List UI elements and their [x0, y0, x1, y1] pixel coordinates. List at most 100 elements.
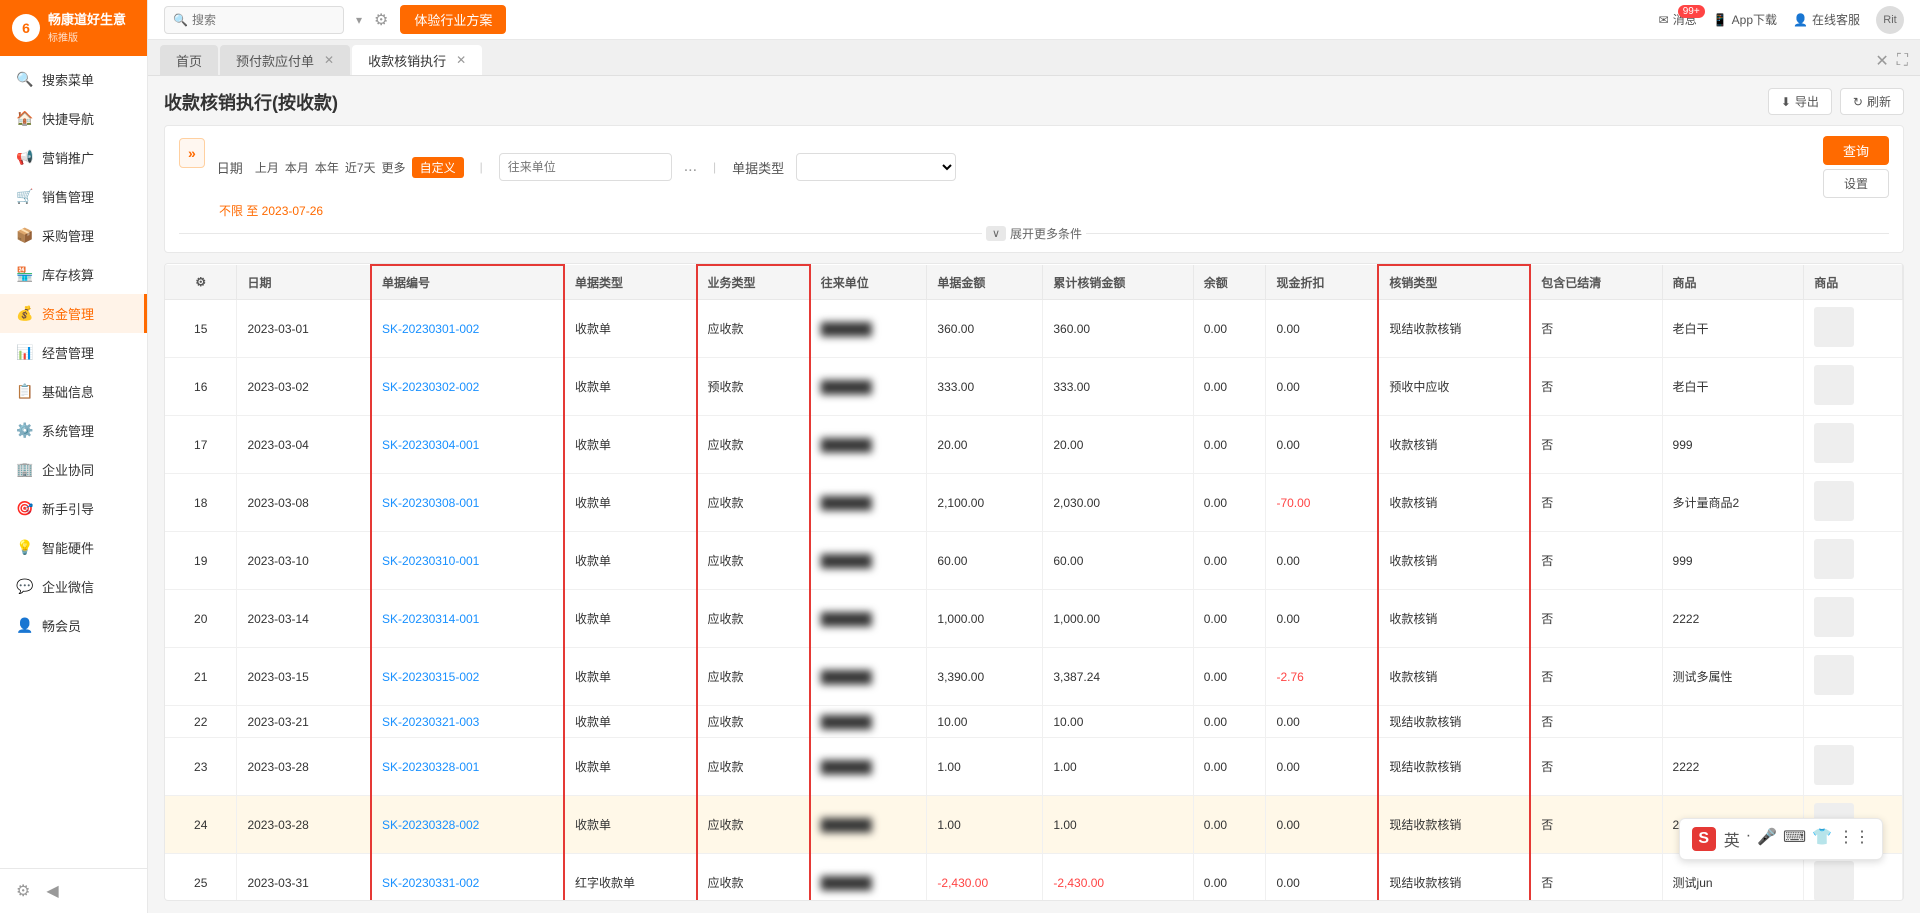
user-avatar[interactable]: Rit — [1876, 6, 1904, 34]
cell-date: 2023-03-04 — [237, 416, 371, 474]
smart-hw-icon: 💡 — [16, 539, 34, 557]
filter-custom-button[interactable]: 自定义 — [412, 157, 464, 178]
cell-biz-type: 应收款 — [697, 590, 810, 648]
settings-bottom-icon[interactable]: ⚙ — [16, 881, 30, 901]
sidebar-item-guide[interactable]: 🎯新手引导 — [0, 489, 147, 528]
cell-seq: 25 — [165, 854, 237, 902]
sidebar-item-business[interactable]: 📊经营管理 — [0, 333, 147, 372]
export-button[interactable]: ⬇ 导出 — [1768, 88, 1832, 115]
topbar-gear-icon[interactable]: ⚙ — [374, 10, 388, 30]
settings-button[interactable]: 设置 — [1823, 169, 1889, 198]
cell-cancel-type: 现结收款核销 — [1378, 706, 1530, 738]
sidebar-item-inventory[interactable]: 🏪库存核算 — [0, 255, 147, 294]
watermark-tshirt-icon[interactable]: 👕 — [1812, 827, 1832, 851]
sidebar-bottom: ⚙ ◀ — [0, 868, 147, 913]
cell-balance: 0.00 — [1193, 796, 1266, 854]
refresh-button[interactable]: ↻ 刷新 — [1840, 88, 1904, 115]
watermark-icon-2[interactable]: · — [1746, 827, 1751, 851]
th-settings[interactable]: ⚙ — [165, 265, 237, 300]
filter-last-month[interactable]: 上月 — [255, 159, 279, 176]
collapse-icon[interactable]: ◀ — [46, 881, 58, 901]
guide-icon: 🎯 — [16, 500, 34, 518]
watermark-toolbar: S 英 · 🎤 ⌨ 👕 ⋮⋮ — [1679, 818, 1883, 860]
doc-no-link[interactable]: SK-20230304-001 — [382, 438, 479, 452]
watermark-grid-icon[interactable]: ⋮⋮ — [1838, 827, 1870, 851]
watermark-s-icon: S — [1692, 827, 1716, 851]
sidebar-item-system[interactable]: ⚙️系统管理 — [0, 411, 147, 450]
cell-counterparty: ██████ — [810, 854, 927, 902]
topbar-search-box[interactable]: 🔍 — [164, 6, 344, 34]
sidebar-item-sales[interactable]: 🛒销售管理 — [0, 177, 147, 216]
sidebar-item-purchase[interactable]: 📦采购管理 — [0, 216, 147, 255]
cell-cancel-amount: 3,387.24 — [1043, 648, 1193, 706]
doc-no-link[interactable]: SK-20230321-003 — [382, 715, 479, 729]
watermark-mic-icon[interactable]: 🎤 — [1757, 827, 1777, 851]
tab-prepay[interactable]: 预付款应付单 ✕ — [220, 45, 350, 75]
filter-this-year[interactable]: 本年 — [315, 159, 339, 176]
cell-balance: 0.00 — [1193, 590, 1266, 648]
counterparty-input[interactable] — [499, 153, 672, 181]
sidebar-item-smart-hw[interactable]: 💡智能硬件 — [0, 528, 147, 567]
message-button[interactable]: ✉ 消息 99+ — [1659, 11, 1697, 28]
counterparty-dots[interactable]: ... — [684, 158, 697, 176]
tab-fullscreen-icon[interactable]: ⛶ — [1897, 52, 1908, 70]
watermark-keyboard-icon[interactable]: ⌨ — [1783, 827, 1806, 851]
doc-no-link[interactable]: SK-20230328-002 — [382, 818, 479, 832]
search-input[interactable] — [192, 13, 335, 27]
cell-cash-discount: 0.00 — [1266, 300, 1378, 358]
table-row: 18 2023-03-08 SK-20230308-001 收款单 应收款 ██… — [165, 474, 1903, 532]
filter-expand-row[interactable]: ∨ 展开更多条件 — [179, 225, 1889, 242]
cell-doc-no: SK-20230315-002 — [371, 648, 564, 706]
page-header-actions: ⬇ 导出 ↻ 刷新 — [1768, 88, 1904, 115]
doc-no-link[interactable]: SK-20230328-001 — [382, 760, 479, 774]
filter-this-month[interactable]: 本月 — [285, 159, 309, 176]
tab-receipt-cancel[interactable]: 收款核销执行 ✕ — [352, 45, 482, 75]
cell-doc-no: SK-20230308-001 — [371, 474, 564, 532]
cell-amount: 1.00 — [927, 796, 1043, 854]
tab-close-all-icon[interactable]: ✕ — [1875, 51, 1888, 71]
filter-7days[interactable]: 近7天 — [345, 159, 376, 176]
doc-no-link[interactable]: SK-20230315-002 — [382, 670, 479, 684]
cell-cash-discount: 0.00 — [1266, 854, 1378, 902]
query-button[interactable]: 查询 — [1823, 136, 1889, 165]
doc-no-link[interactable]: SK-20230310-001 — [382, 554, 479, 568]
cell-cancel-amount: 1,000.00 — [1043, 590, 1193, 648]
watermark-icon-1[interactable]: 英 — [1724, 827, 1740, 851]
tab-home[interactable]: 首页 — [160, 45, 218, 75]
online-service-link[interactable]: 👤 在线客服 — [1793, 11, 1860, 28]
cell-cash-discount: 0.00 — [1266, 358, 1378, 416]
sidebar-item-basic[interactable]: 📋基础信息 — [0, 372, 147, 411]
cell-biz-type: 应收款 — [697, 738, 810, 796]
cell-biz-type: 预收款 — [697, 358, 810, 416]
cell-seq: 17 — [165, 416, 237, 474]
cell-include-settled: 否 — [1530, 706, 1662, 738]
cell-cancel-amount: 20.00 — [1043, 416, 1193, 474]
sidebar-item-enterprise-coop[interactable]: 🏢企业协同 — [0, 450, 147, 489]
filter-date-links: 上月 本月 本年 近7天 更多 自定义 — [255, 157, 464, 178]
sidebar-item-member[interactable]: 👤畅会员 — [0, 606, 147, 645]
sidebar-item-marketing[interactable]: 📢营销推广 — [0, 138, 147, 177]
sidebar-item-finance[interactable]: 💰资金管理 — [0, 294, 147, 333]
app-download-link[interactable]: 📱 App下载 — [1713, 11, 1777, 28]
doc-no-link[interactable]: SK-20230314-001 — [382, 612, 479, 626]
receipt-type-select[interactable] — [796, 153, 956, 181]
cell-doc-type: 收款单 — [564, 738, 697, 796]
enterprise-coop-icon: 🏢 — [16, 461, 34, 479]
search-chevron-icon[interactable]: ▾ — [356, 13, 362, 27]
doc-no-link[interactable]: SK-20230301-002 — [382, 322, 479, 336]
industry-solution-button[interactable]: 体验行业方案 — [400, 5, 506, 34]
cell-balance: 0.00 — [1193, 738, 1266, 796]
doc-no-link[interactable]: SK-20230302-002 — [382, 380, 479, 394]
cell-product — [1662, 706, 1804, 738]
tab-receipt-close[interactable]: ✕ — [456, 53, 466, 67]
filter-more[interactable]: 更多 — [382, 159, 406, 176]
sidebar-item-quicknav[interactable]: 🏠快捷导航 — [0, 99, 147, 138]
cell-balance: 0.00 — [1193, 854, 1266, 902]
table-row: 20 2023-03-14 SK-20230314-001 收款单 应收款 ██… — [165, 590, 1903, 648]
tab-prepay-close[interactable]: ✕ — [324, 53, 334, 67]
filter-expand-arrow[interactable]: » — [179, 138, 205, 168]
doc-no-link[interactable]: SK-20230308-001 — [382, 496, 479, 510]
sidebar-item-search[interactable]: 🔍搜索菜单 — [0, 60, 147, 99]
doc-no-link[interactable]: SK-20230331-002 — [382, 876, 479, 890]
sidebar-item-wechat[interactable]: 💬企业微信 — [0, 567, 147, 606]
